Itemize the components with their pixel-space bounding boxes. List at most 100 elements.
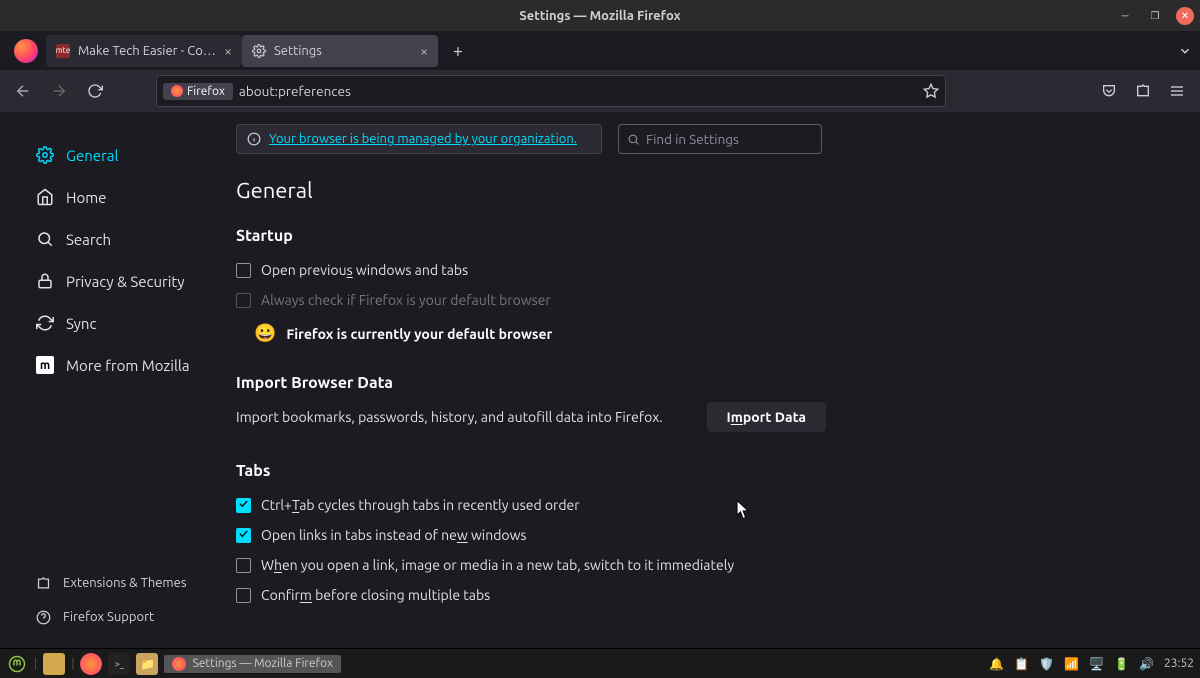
info-icon: [247, 132, 261, 146]
smile-emoji-icon: 😀: [254, 323, 276, 344]
files-launcher-icon[interactable]: 📁: [136, 653, 158, 675]
sidebar-item-more-mozilla[interactable]: m More from Mozilla: [36, 344, 236, 386]
desktop-taskbar: | | >_ 📁 Settings — Mozilla Firefox 🔔 📋 …: [0, 648, 1200, 678]
taskbar-app-label: Settings — Mozilla Firefox: [192, 657, 333, 670]
pocket-button[interactable]: [1094, 76, 1124, 106]
checkbox-label: When you open a link, image or media in …: [261, 557, 734, 573]
sidebar-firefox-support[interactable]: Firefox Support: [36, 600, 236, 634]
minimize-button[interactable]: ─: [1116, 7, 1134, 25]
tab-make-tech-easier[interactable]: mte Make Tech Easier - Comput… ×: [46, 35, 242, 67]
terminal-launcher-icon[interactable]: >_: [108, 653, 130, 675]
mozilla-icon: m: [36, 356, 54, 374]
extensions-button[interactable]: [1128, 76, 1158, 106]
settings-sidebar: General Home Search Privacy & Security S…: [0, 112, 236, 648]
checkbox-label: Open links in tabs instead of new window…: [261, 527, 527, 543]
sidebar-item-label: General: [66, 147, 118, 164]
window-title: Settings — Mozilla Firefox: [519, 9, 680, 23]
volume-icon[interactable]: 🔊: [1139, 657, 1154, 671]
close-window-button[interactable]: ✕: [1176, 7, 1194, 25]
firefox-launcher-icon[interactable]: [80, 653, 102, 675]
sidebar-item-search[interactable]: Search: [36, 218, 236, 260]
network-icon[interactable]: 📶: [1064, 657, 1079, 671]
sidebar-item-label: More from Mozilla: [66, 357, 190, 374]
sidebar-item-label: Search: [66, 231, 111, 248]
section-import: Import Browser Data Import bookmarks, pa…: [236, 374, 826, 432]
new-tab-button[interactable]: +: [444, 37, 472, 65]
forward-button[interactable]: [44, 76, 74, 106]
sidebar-item-label: Privacy & Security: [66, 273, 185, 290]
default-browser-status: 😀 Firefox is currently your default brow…: [254, 323, 826, 344]
sidebar-item-privacy[interactable]: Privacy & Security: [36, 260, 236, 302]
checkbox-label: Confirm before closing multiple tabs: [261, 587, 490, 603]
firefox-logo-icon: [14, 39, 38, 63]
reload-button[interactable]: [80, 76, 110, 106]
search-icon: [36, 230, 54, 248]
clock[interactable]: 23:52: [1164, 657, 1194, 670]
puzzle-icon: [36, 576, 51, 591]
find-in-settings-input[interactable]: Find in Settings: [618, 124, 822, 154]
sidebar-footer-label: Extensions & Themes: [63, 576, 186, 590]
page-heading: General: [236, 178, 826, 203]
firefox-icon: [172, 657, 186, 671]
sidebar-item-label: Home: [66, 189, 106, 206]
show-desktop-button[interactable]: [43, 653, 65, 675]
checkbox-always-default: Always check if Firefox is your default …: [236, 285, 826, 315]
tab-strip: mte Make Tech Easier - Comput… × Setting…: [0, 31, 1200, 70]
checkbox-icon: [236, 528, 251, 543]
help-icon: [36, 610, 51, 625]
organization-notice-link[interactable]: Your browser is being managed by your or…: [269, 132, 577, 146]
display-icon[interactable]: 🖥️: [1089, 657, 1104, 671]
sidebar-item-sync[interactable]: Sync: [36, 302, 236, 344]
mint-menu-button[interactable]: [6, 653, 28, 675]
section-tabs: Tabs Ctrl+Tab cycles through tabs in rec…: [236, 462, 826, 610]
shield-icon[interactable]: 🛡️: [1039, 657, 1054, 671]
organization-notice: Your browser is being managed by your or…: [236, 124, 602, 154]
checkbox-switch-immediately[interactable]: When you open a link, image or media in …: [236, 550, 826, 580]
checkbox-ctrl-tab[interactable]: Ctrl+Tab cycles through tabs in recently…: [236, 490, 826, 520]
taskbar-app-firefox[interactable]: Settings — Mozilla Firefox: [164, 655, 341, 673]
clipboard-icon[interactable]: 📋: [1014, 657, 1029, 671]
sidebar-extensions-themes[interactable]: Extensions & Themes: [36, 566, 236, 600]
firefox-chip: Firefox: [163, 83, 233, 100]
home-icon: [36, 188, 54, 206]
navigation-toolbar: Firefox about:preferences: [0, 70, 1200, 112]
lock-icon: [36, 272, 54, 290]
site-favicon-icon: mte: [56, 44, 70, 58]
sidebar-footer-label: Firefox Support: [63, 610, 154, 624]
battery-icon[interactable]: 🔋: [1114, 657, 1129, 671]
checkbox-label: Open previous windows and tabs: [261, 262, 468, 278]
checkbox-label: Ctrl+Tab cycles through tabs in recently…: [261, 497, 580, 513]
checkbox-icon: [236, 558, 251, 573]
url-text: about:preferences: [239, 83, 351, 99]
list-all-tabs-button[interactable]: [1178, 44, 1192, 58]
notification-icon[interactable]: 🔔: [989, 657, 1004, 671]
checkbox-icon: [236, 263, 251, 278]
sync-icon: [36, 314, 54, 332]
bookmark-star-icon[interactable]: [923, 83, 939, 99]
close-tab-icon[interactable]: ×: [420, 43, 428, 59]
checkbox-confirm-close[interactable]: Confirm before closing multiple tabs: [236, 580, 826, 610]
checkbox-label: Always check if Firefox is your default …: [261, 292, 551, 308]
checkbox-icon: [236, 498, 251, 513]
section-title: Tabs: [236, 462, 826, 480]
checkbox-open-previous[interactable]: Open previous windows and tabs: [236, 255, 826, 285]
tab-settings[interactable]: Settings ×: [242, 35, 438, 67]
tab-title: Settings: [274, 44, 412, 58]
import-data-button[interactable]: Import Data: [707, 402, 826, 432]
close-tab-icon[interactable]: ×: [224, 43, 232, 59]
tab-title: Make Tech Easier - Comput…: [78, 44, 216, 58]
sidebar-item-general[interactable]: General: [36, 134, 236, 176]
window-titlebar: Settings — Mozilla Firefox ─ ❐ ✕: [0, 0, 1200, 31]
address-bar[interactable]: Firefox about:preferences: [156, 75, 946, 107]
checkbox-icon: [236, 588, 251, 603]
section-title: Import Browser Data: [236, 374, 826, 392]
gear-icon: [252, 44, 266, 58]
maximize-button[interactable]: ❐: [1146, 7, 1164, 25]
search-icon: [627, 133, 640, 146]
section-startup: Startup Open previous windows and tabs A…: [236, 227, 826, 344]
app-menu-button[interactable]: [1162, 76, 1192, 106]
status-text: Firefox is currently your default browse…: [286, 326, 552, 342]
checkbox-open-links-tabs[interactable]: Open links in tabs instead of new window…: [236, 520, 826, 550]
back-button[interactable]: [8, 76, 38, 106]
sidebar-item-home[interactable]: Home: [36, 176, 236, 218]
